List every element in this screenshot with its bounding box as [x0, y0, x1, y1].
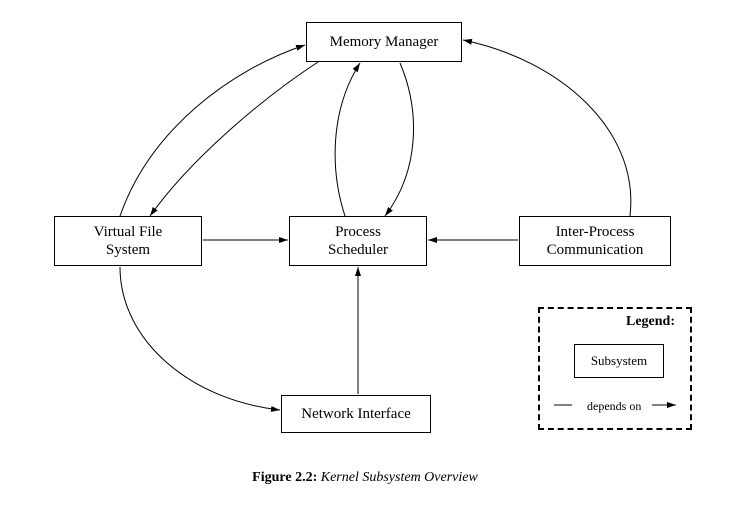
legend-subsystem-box: Subsystem: [574, 344, 664, 378]
legend-panel: Legend: Subsystem depends on: [538, 307, 692, 430]
legend-title: Legend:: [626, 314, 675, 330]
legend-depends-on-label: depends on: [587, 399, 641, 414]
figure-title: Kernel Subsystem Overview: [321, 470, 478, 485]
node-network-interface: Network Interface: [281, 395, 431, 433]
figure-number: Figure 2.2:: [252, 470, 317, 485]
node-memory-manager: Memory Manager: [306, 22, 462, 62]
node-inter-process-communication: Inter-Process Communication: [519, 216, 671, 266]
node-process-scheduler: Process Scheduler: [289, 216, 427, 266]
figure-caption: Figure 2.2: Kernel Subsystem Overview: [0, 470, 730, 486]
node-virtual-file-system: Virtual File System: [54, 216, 202, 266]
